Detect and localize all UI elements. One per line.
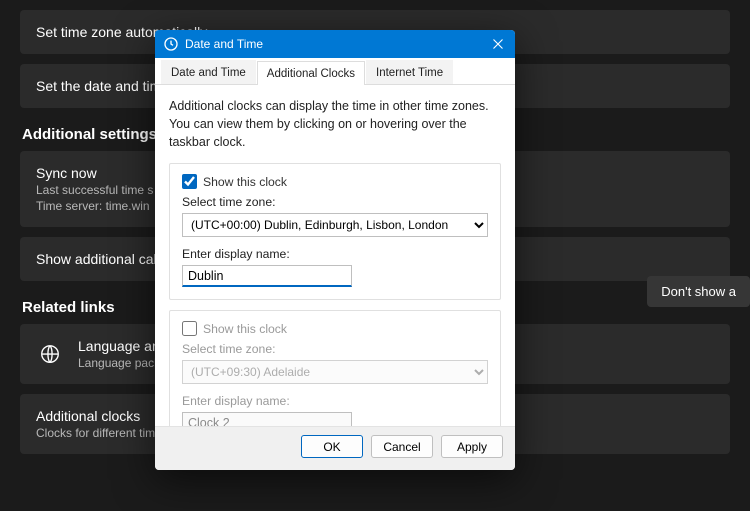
clock-2-tz-select: (UTC+09:30) Adelaide [182,360,488,384]
clock-1-group: Show this clock Select time zone: (UTC+0… [169,163,501,300]
clock-1-tz-select[interactable]: (UTC+00:00) Dublin, Edinburgh, Lisbon, L… [182,213,488,237]
close-icon[interactable] [489,35,507,53]
clock-2-group: Show this clock Select time zone: (UTC+0… [169,310,501,426]
clock-1-show-checkbox[interactable] [182,174,197,189]
tab-date-and-time[interactable]: Date and Time [161,60,256,84]
clock-2-tz-label: Select time zone: [182,342,488,356]
dont-show-button[interactable]: Don't show a [647,276,750,307]
dialog-title: Date and Time [185,37,263,51]
dialog-footer: OK Cancel Apply [155,426,515,470]
label: Show additional caler [36,251,169,267]
clock-icon [163,36,179,52]
dialog-tabs: Date and Time Additional Clocks Internet… [155,58,515,85]
clock-2-show-label: Show this clock [203,322,287,336]
clock-1-name-input[interactable] [182,265,352,287]
globe-icon [36,340,64,368]
clock-2-show-checkbox[interactable] [182,321,197,336]
clock-2-name-input [182,412,352,426]
clock-1-show-label: Show this clock [203,175,287,189]
tab-additional-clocks[interactable]: Additional Clocks [257,61,365,85]
tab-description: Additional clocks can display the time i… [169,97,501,151]
date-and-time-dialog: Date and Time Date and Time Additional C… [155,30,515,470]
cancel-button[interactable]: Cancel [371,435,433,458]
clock-1-tz-label: Select time zone: [182,195,488,209]
dialog-body: Additional clocks can display the time i… [155,85,515,426]
label: Set the date and time [36,78,169,94]
clock-2-name-label: Enter display name: [182,394,488,408]
dialog-titlebar[interactable]: Date and Time [155,30,515,58]
tab-internet-time[interactable]: Internet Time [366,60,453,84]
clock-1-name-label: Enter display name: [182,247,488,261]
ok-button[interactable]: OK [301,435,363,458]
apply-button[interactable]: Apply [441,435,503,458]
